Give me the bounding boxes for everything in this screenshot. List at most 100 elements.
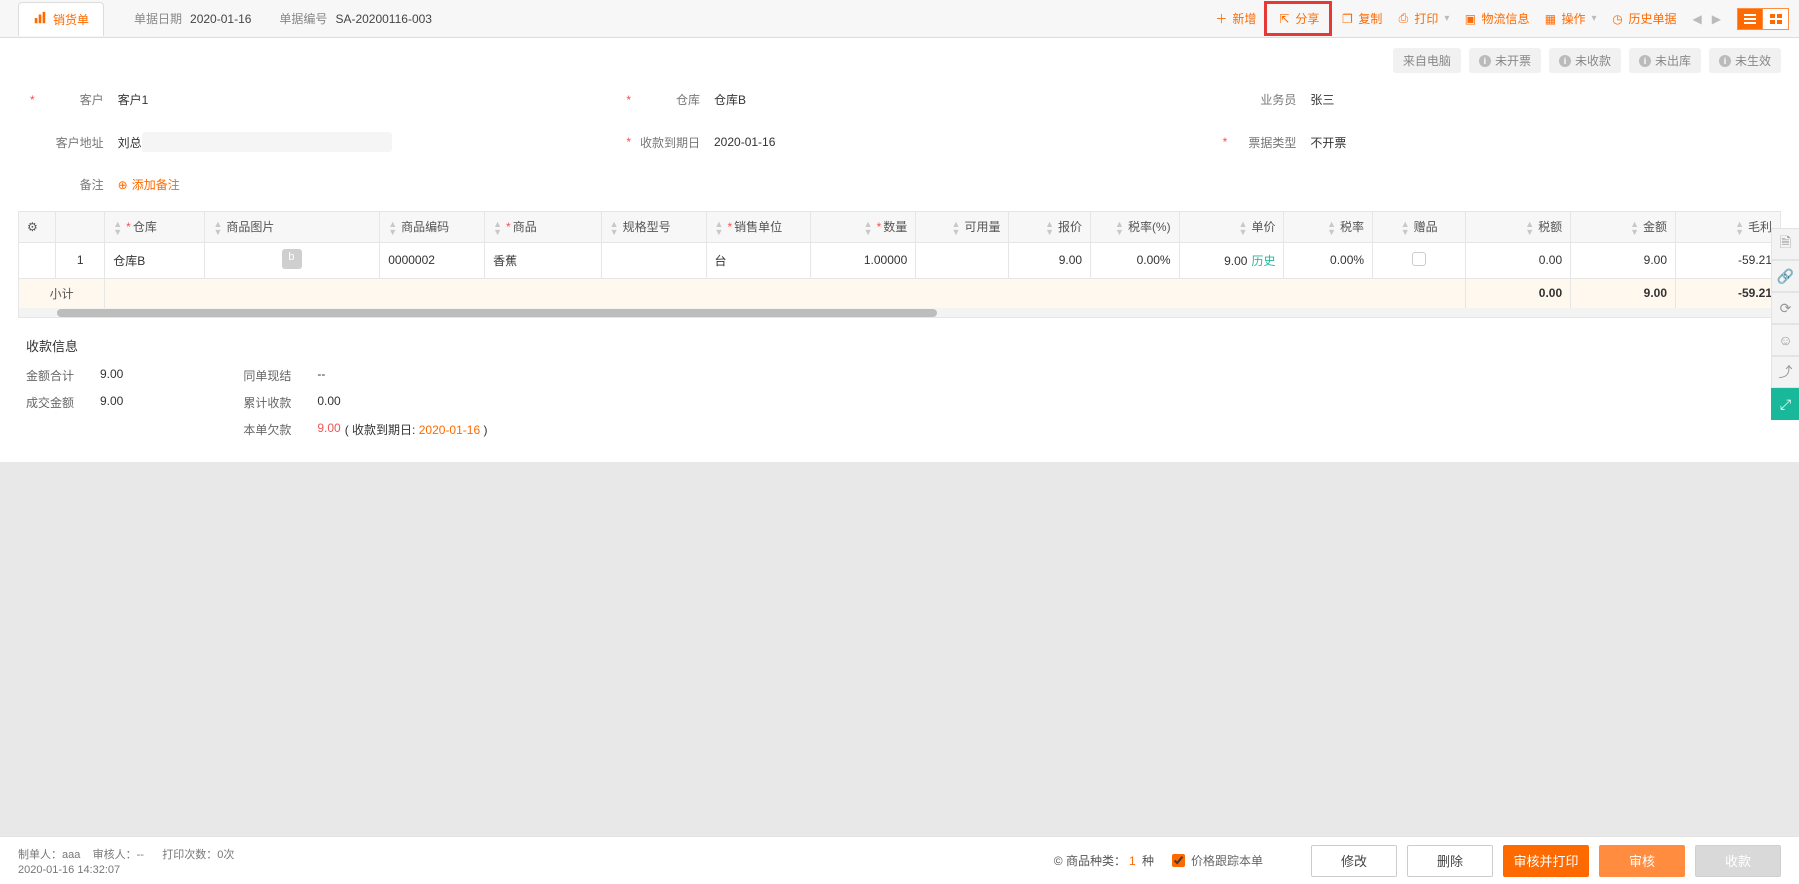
line-items-grid: ⚙ ▲▼*仓库 ▲▼商品图片 ▲▼商品编码 ▲▼*商品 ▲▼规格型号 ▲▼*销售…: [0, 211, 1799, 326]
no-value: SA-20200116-003: [335, 12, 432, 26]
col-spec[interactable]: ▲▼规格型号: [601, 212, 706, 243]
print-count: 0次: [217, 849, 234, 861]
col-saleunit[interactable]: ▲▼*销售单位: [706, 212, 811, 243]
copyright-icon: ©: [1054, 854, 1063, 868]
gift-checkbox[interactable]: [1412, 252, 1426, 266]
address-value[interactable]: 刘总: [118, 134, 142, 151]
col-taxpct[interactable]: ▲▼税率: [1284, 212, 1373, 243]
audit-print-button[interactable]: 审核并打印: [1503, 845, 1589, 877]
date-label: 单据日期: [134, 12, 182, 26]
tab-sales-order[interactable]: 销货单: [18, 2, 104, 36]
subtotal-taxamt: 0.00: [1466, 278, 1571, 308]
field-warehouse: *仓库仓库B: [626, 91, 1162, 108]
audit-button[interactable]: 审核: [1599, 845, 1685, 877]
field-remark: *备注⊕添加备注: [30, 176, 566, 193]
date-value: 2020-01-16: [190, 12, 251, 26]
subtotal-row: 小计 0.00 9.00 -59.21: [19, 278, 1781, 308]
cell-saleunit[interactable]: 台: [706, 242, 811, 278]
next-record-button[interactable]: ▶: [1712, 12, 1721, 26]
grid-settings-button[interactable]: ⚙: [19, 212, 56, 243]
maker-value: aaa: [62, 849, 80, 861]
scrollbar-thumb[interactable]: [57, 309, 937, 317]
col-profit[interactable]: ▲▼毛利: [1676, 212, 1781, 243]
duedate-value[interactable]: 2020-01-16: [714, 135, 775, 149]
plus-icon: ＋: [1214, 12, 1228, 26]
view-list-button[interactable]: [1737, 8, 1763, 30]
col-gift[interactable]: ▲▼赠品: [1373, 212, 1466, 243]
copy-button[interactable]: ❐复制: [1334, 6, 1388, 31]
cell-spec[interactable]: [601, 242, 706, 278]
field-invoice: *票据类型不开票: [1223, 132, 1759, 152]
nav-arrows: ◀ ▶: [1693, 12, 1721, 26]
cell-taxrate[interactable]: 0.00%: [1091, 242, 1180, 278]
page-body: 来自电脑 i未开票 i未收款 i未出库 i未生效 *客户客户1 *仓库仓库B *…: [0, 38, 1799, 462]
col-quote[interactable]: ▲▼报价: [1009, 212, 1091, 243]
subtotal-profit: -59.21: [1676, 278, 1781, 308]
delete-button[interactable]: 删除: [1407, 845, 1493, 877]
rail-share-button[interactable]: ⤴: [1771, 356, 1799, 388]
history-button[interactable]: ◷历史单据: [1605, 6, 1683, 31]
cell-quote[interactable]: 9.00: [1009, 242, 1091, 278]
pill-inactive: i未生效: [1709, 48, 1781, 73]
cell-index: 1: [56, 242, 105, 278]
rail-user-button[interactable]: ☺: [1771, 324, 1799, 356]
price-history-link[interactable]: 历史: [1251, 254, 1275, 268]
bar-chart-icon: [33, 11, 47, 28]
col-code[interactable]: ▲▼商品编码: [380, 212, 485, 243]
col-price[interactable]: ▲▼单价: [1179, 212, 1284, 243]
cell-gift[interactable]: [1373, 242, 1466, 278]
kinds-info: © 商品种类：1 种: [1054, 852, 1154, 869]
share-button[interactable]: ⇱分享: [1271, 6, 1325, 31]
info-icon: i: [1719, 55, 1731, 67]
pill-uninvoiced: i未开票: [1469, 48, 1541, 73]
cell-product[interactable]: 香蕉: [485, 242, 602, 278]
col-amount[interactable]: ▲▼金额: [1571, 212, 1676, 243]
modify-button[interactable]: 修改: [1311, 845, 1397, 877]
col-taxrate[interactable]: ▲▼税率(%): [1091, 212, 1180, 243]
col-image[interactable]: ▲▼商品图片: [205, 212, 380, 243]
warehouse-value[interactable]: 仓库B: [714, 91, 746, 108]
cell-warehouse[interactable]: 仓库B: [105, 242, 205, 278]
cell-image[interactable]: [205, 242, 380, 278]
cell-qty[interactable]: 1.00000: [811, 242, 916, 278]
col-available[interactable]: ▲▼可用量: [916, 212, 1009, 243]
kv-total: 金额合计9.00: [26, 367, 123, 384]
col-warehouse[interactable]: ▲▼*仓库: [105, 212, 205, 243]
operate-button[interactable]: ▦操作▾: [1537, 6, 1602, 31]
logistics-button[interactable]: ▣物流信息: [1457, 6, 1535, 31]
grid-horizontal-scrollbar[interactable]: [18, 308, 1781, 318]
rail-link-button[interactable]: 🔗: [1771, 260, 1799, 292]
kv-debt: 本单欠款9.00( 收款到期日: 2020-01-16 ): [243, 421, 487, 438]
table-row[interactable]: 1 仓库B 0000002 香蕉 台 1.00000 9.00 0.00% 9.…: [19, 242, 1781, 278]
col-taxamt[interactable]: ▲▼税额: [1466, 212, 1571, 243]
add-remark-link[interactable]: ⊕添加备注: [118, 176, 180, 193]
footer-audit: 制单人：aaa 审核人：-- 打印次数：0次 2020-01-16 14:32:…: [18, 846, 234, 876]
prev-record-button[interactable]: ◀: [1693, 12, 1702, 26]
field-address: *客户地址刘总: [30, 132, 566, 152]
print-button[interactable]: ⎙打印▾: [1390, 6, 1455, 31]
follow-price-checkbox[interactable]: 价格跟踪本单: [1172, 852, 1263, 869]
user-icon: ☺: [1778, 332, 1792, 348]
footer-buttons: 修改 删除 审核并打印 审核 收款: [1311, 845, 1781, 877]
rail-doc-button[interactable]: 🗎: [1771, 228, 1799, 260]
cell-price[interactable]: 9.00历史: [1179, 242, 1284, 278]
pill-unpaid: i未收款: [1549, 48, 1621, 73]
salesman-value[interactable]: 张三: [1310, 91, 1334, 108]
cell-code[interactable]: 0000002: [380, 242, 485, 278]
rail-refresh-button[interactable]: ⟳: [1771, 292, 1799, 324]
cell-taxpct[interactable]: 0.00%: [1284, 242, 1373, 278]
document-icon: 🗎: [1780, 232, 1791, 256]
view-card-button[interactable]: [1763, 8, 1789, 30]
col-product[interactable]: ▲▼*商品: [485, 212, 602, 243]
customer-value[interactable]: 客户1: [118, 91, 149, 108]
new-button[interactable]: ＋新增: [1208, 6, 1262, 31]
pill-source: 来自电脑: [1393, 48, 1461, 73]
cell-taxamt: 0.00: [1466, 242, 1571, 278]
auditor-value: --: [137, 849, 144, 861]
invoice-value[interactable]: 不开票: [1310, 134, 1346, 151]
rail-expand-button[interactable]: ⤢: [1771, 388, 1799, 420]
col-qty[interactable]: ▲▼*数量: [811, 212, 916, 243]
topbar-actions: ＋新增 ⇱分享 ❐复制 ⎙打印▾ ▣物流信息 ▦操作▾ ◷历史单据 ◀ ▶: [1208, 1, 1789, 36]
field-duedate: *收款到期日2020-01-16: [626, 132, 1162, 152]
grid-header-row: ⚙ ▲▼*仓库 ▲▼商品图片 ▲▼商品编码 ▲▼*商品 ▲▼规格型号 ▲▼*销售…: [19, 212, 1781, 243]
